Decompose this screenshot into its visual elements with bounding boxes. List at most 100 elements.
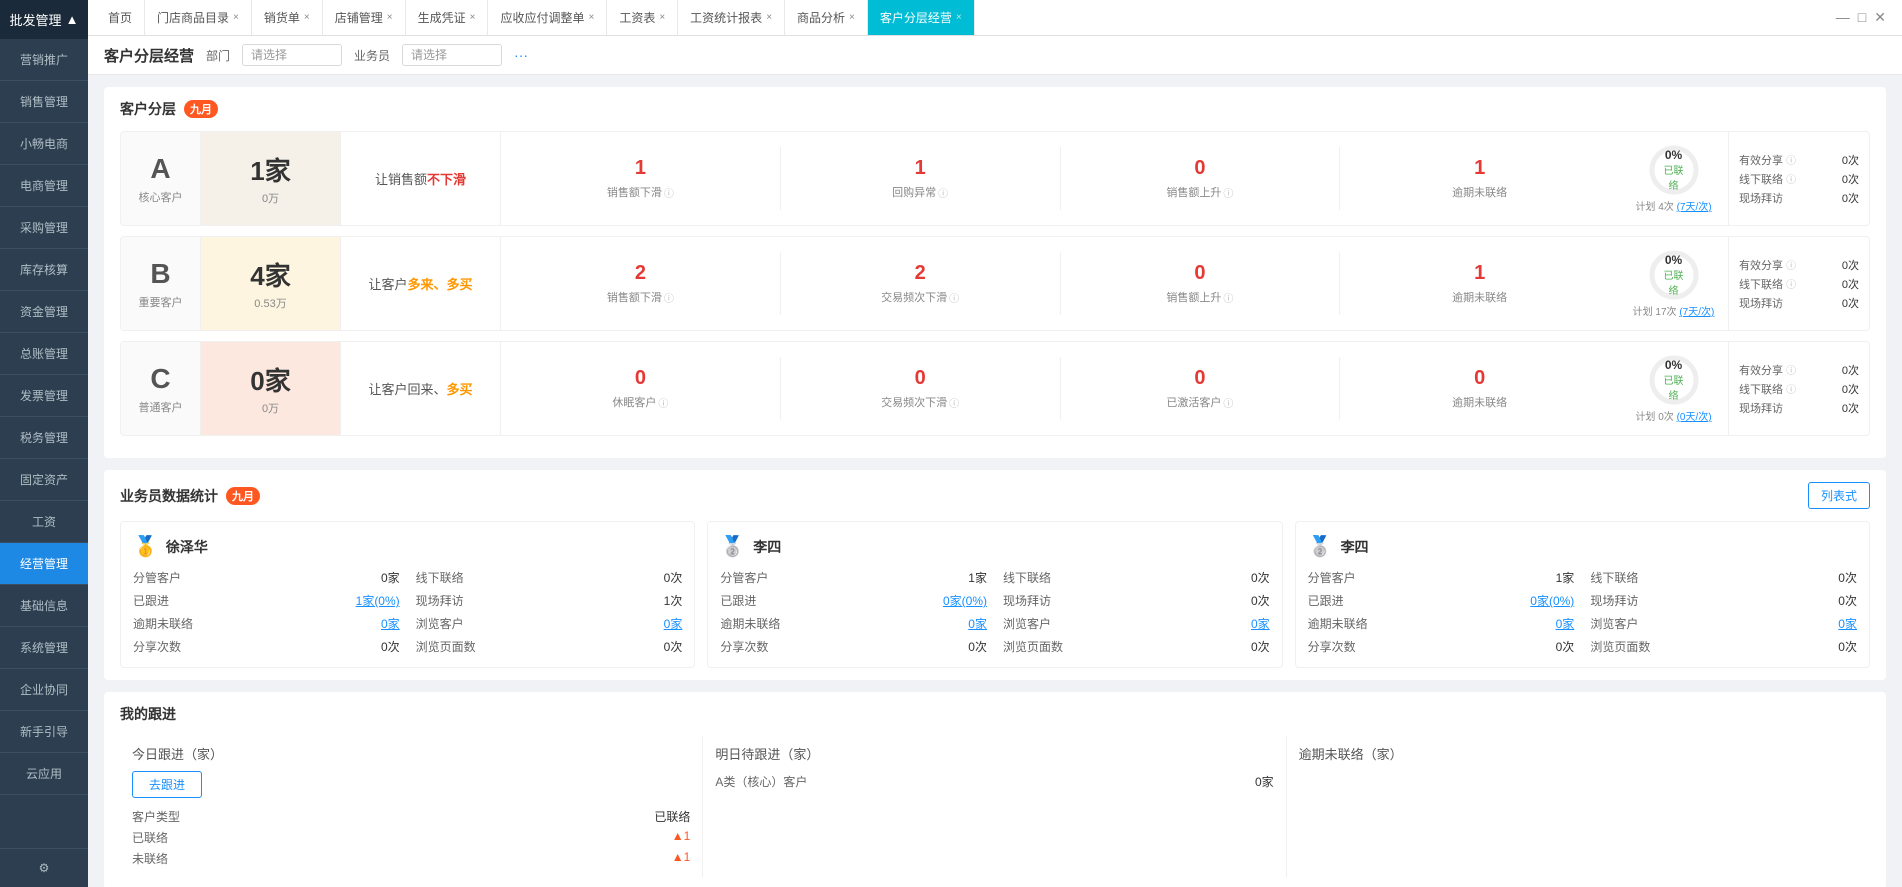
tab-gongzitj[interactable]: 工资统计报表× [678, 0, 785, 36]
tier-circle-B: 0% 已联络 计划 17次 (7天/次) [1619, 237, 1729, 330]
medal-icon-2: 🥈 [1308, 534, 1333, 559]
tier-stats-C: 0 休眠客户ⓘ0 交易频次下滑ⓘ0 已激活客户ⓘ0 逾期未联络 [501, 342, 1619, 435]
content-body: 客户分层 九月 A核心客户1家0万让销售额不下滑1 销售额下滑ⓘ1 回购异常ⓘ0… [88, 75, 1902, 887]
tab-shangpin[interactable]: 商品分析× [785, 0, 868, 36]
tab-close-mendian[interactable]: × [233, 0, 239, 36]
gear-icon: ⚙ [39, 861, 50, 875]
sidebar-item-zhangbu[interactable]: 总账管理 [0, 333, 88, 375]
sidebar-item-kucun[interactable]: 库存核算 [0, 249, 88, 291]
sidebar: 批发管理 ▲ 营销推广销售管理小畅电商电商管理采购管理库存核算资金管理总账管理发… [0, 0, 88, 887]
biz-staff-name-1: 李四 [753, 537, 781, 557]
biz-stat-1-4: 逾期未联络0家 [720, 615, 987, 632]
tier-right-stats-B: 有效分享 ⓘ0次线下联络 ⓘ0次现场拜访0次 [1729, 237, 1869, 330]
biz-stat-0-7: 浏览页面数0次 [416, 638, 683, 655]
sidebar-item-yunyingyong[interactable]: 云应用 [0, 753, 88, 795]
main-area: 首页门店商品目录×销货单×店铺管理×生成凭证×应收应付调整单×工资表×工资统计报… [88, 0, 1902, 887]
stat-block-C-3: 0 逾期未联络 [1340, 357, 1619, 420]
tier-stats-A: 1 销售额下滑ⓘ1 回购异常ⓘ0 销售额上升ⓘ1 逾期未联络 [501, 132, 1619, 225]
tab-close-gongzibiao[interactable]: × [659, 0, 665, 36]
tier-letter-A: A [150, 153, 170, 185]
stat-block-A-3: 1 逾期未联络 [1340, 147, 1619, 210]
list-view-button[interactable]: 列表式 [1808, 482, 1870, 509]
dept-select[interactable]: 请选择 [242, 44, 342, 66]
tab-home[interactable]: 首页 [96, 0, 145, 36]
tier-count-A: 1家0万 [201, 132, 341, 225]
sidebar-item-fapiao[interactable]: 发票管理 [0, 375, 88, 417]
biz-stat-2-4: 逾期未联络0家 [1308, 615, 1575, 632]
tab-xhdandan[interactable]: 销货单× [252, 0, 323, 36]
more-filter-btn[interactable]: ··· [514, 47, 528, 63]
stat-block-B-3: 1 逾期未联络 [1340, 252, 1619, 315]
sidebar-item-gudingzichan[interactable]: 固定资产 [0, 459, 88, 501]
sidebar-top[interactable]: 批发管理 ▲ [0, 0, 88, 39]
dept-label: 部门 [206, 47, 230, 64]
biz-staff-name-0: 徐泽华 [166, 537, 208, 557]
biz-section-title: 业务员数据统计 九月 [120, 486, 260, 506]
tier-slogan-B: 让客户多来、多买 [341, 237, 501, 330]
medal-icon-1: 🥈 [720, 534, 745, 559]
sidebar-item-xitong[interactable]: 系统管理 [0, 627, 88, 669]
sidebar-item-xiaoshou[interactable]: 销售管理 [0, 81, 88, 123]
tier-row-A: A核心客户1家0万让销售额不下滑1 销售额下滑ⓘ1 回购异常ⓘ0 销售额上升ⓘ1… [120, 131, 1870, 226]
biz-stat-2-0: 分管客户1家 [1308, 569, 1575, 586]
stat-block-A-1: 1 回购异常ⓘ [781, 147, 1061, 210]
biz-stat-2-5: 浏览客户0家 [1590, 615, 1857, 632]
sidebar-item-jingying[interactable]: 经营管理 [0, 543, 88, 585]
tab-close-xhdandan[interactable]: × [304, 0, 310, 36]
tab-yingshou[interactable]: 应收应付调整单× [488, 0, 607, 36]
tier-letter-C: C [150, 363, 170, 395]
stat-block-B-0: 2 销售额下滑ⓘ [501, 252, 781, 315]
followup-row-0-1: 已联络▲1 [132, 827, 690, 848]
goto-followup-button[interactable]: 去跟进 [132, 771, 202, 798]
tab-close-kehujc[interactable]: × [956, 0, 962, 36]
sidebar-item-jichu[interactable]: 基础信息 [0, 585, 88, 627]
staff-select[interactable]: 请选择 [402, 44, 502, 66]
sidebar-item-dianshai[interactable]: 电商管理 [0, 165, 88, 207]
sidebar-item-gongzi[interactable]: 工资 [0, 501, 88, 543]
stat-block-A-0: 1 销售额下滑ⓘ [501, 147, 781, 210]
tab-close-dianpu[interactable]: × [387, 0, 393, 36]
tab-close-yingshou[interactable]: × [588, 0, 594, 36]
biz-staff-name-2: 李四 [1341, 537, 1369, 557]
sidebar-item-shuiwu[interactable]: 税务管理 [0, 417, 88, 459]
biz-stat-1-5: 浏览客户0家 [1003, 615, 1270, 632]
tab-bar: 首页门店商品目录×销货单×店铺管理×生成凭证×应收应付调整单×工资表×工资统计报… [88, 0, 1902, 36]
sidebar-item-xinshou[interactable]: 新手引导 [0, 711, 88, 753]
sidebar-item-caigou[interactable]: 采购管理 [0, 207, 88, 249]
sidebar-item-qiye[interactable]: 企业协同 [0, 669, 88, 711]
biz-stat-0-3: 现场拜访1次 [416, 592, 683, 609]
sidebar-item-yingxiao[interactable]: 营销推广 [0, 39, 88, 81]
tab-shengcheng[interactable]: 生成凭证× [406, 0, 489, 36]
tier-stats-B: 2 销售额下滑ⓘ2 交易频次下滑ⓘ0 销售额上升ⓘ1 逾期未联络 [501, 237, 1619, 330]
followup-row-1-0: A类（核心）客户0家 [715, 771, 1273, 792]
tab-close-shengcheng[interactable]: × [470, 0, 476, 36]
tab-close-gongzitj[interactable]: × [766, 0, 772, 36]
stat-block-C-1: 0 交易频次下滑ⓘ [781, 357, 1061, 420]
window-close-icon[interactable]: ✕ [1874, 9, 1886, 26]
biz-stat-2-1: 线下联络0次 [1590, 569, 1857, 586]
stat-block-C-2: 0 已激活客户ⓘ [1061, 357, 1341, 420]
biz-stat-0-4: 逾期未联络0家 [133, 615, 400, 632]
tab-dianpu[interactable]: 店铺管理× [323, 0, 406, 36]
followup-row-0-0: 客户类型已联络 [132, 806, 690, 827]
tab-close-shangpin[interactable]: × [849, 0, 855, 36]
tier-name-C: 普通客户 [139, 399, 183, 415]
biz-stat-0-0: 分管客户0家 [133, 569, 400, 586]
window-restore-icon[interactable]: □ [1858, 9, 1866, 26]
tab-gongzibiao[interactable]: 工资表× [607, 0, 678, 36]
window-minimize-icon[interactable]: — [1836, 9, 1850, 26]
tier-count-C: 0家0万 [201, 342, 341, 435]
sidebar-item-xiaodian[interactable]: 小畅电商 [0, 123, 88, 165]
page-title: 客户分层经营 [104, 45, 194, 66]
sidebar-item-zijin[interactable]: 资金管理 [0, 291, 88, 333]
sidebar-settings[interactable]: ⚙ [0, 848, 88, 887]
tab-mendian[interactable]: 门店商品目录× [145, 0, 252, 36]
tier-slogan-A: 让销售额不下滑 [341, 132, 501, 225]
biz-stat-2-2: 已跟进0家(0%) [1308, 592, 1575, 609]
tier-row-B: B重要客户4家0.53万让客户多来、多买2 销售额下滑ⓘ2 交易频次下滑ⓘ0 销… [120, 236, 1870, 331]
sidebar-collapse-icon[interactable]: ▲ [66, 12, 79, 27]
biz-section: 业务员数据统计 九月 列表式 🥇 徐泽华分管客户0家线下联络0次已跟进1家(0%… [104, 470, 1886, 680]
tab-kehujc[interactable]: 客户分层经营× [868, 0, 975, 36]
sidebar-top-label: 批发管理 [10, 10, 62, 29]
tier-circle-C: 0% 已联络 计划 0次 (0天/次) [1619, 342, 1729, 435]
